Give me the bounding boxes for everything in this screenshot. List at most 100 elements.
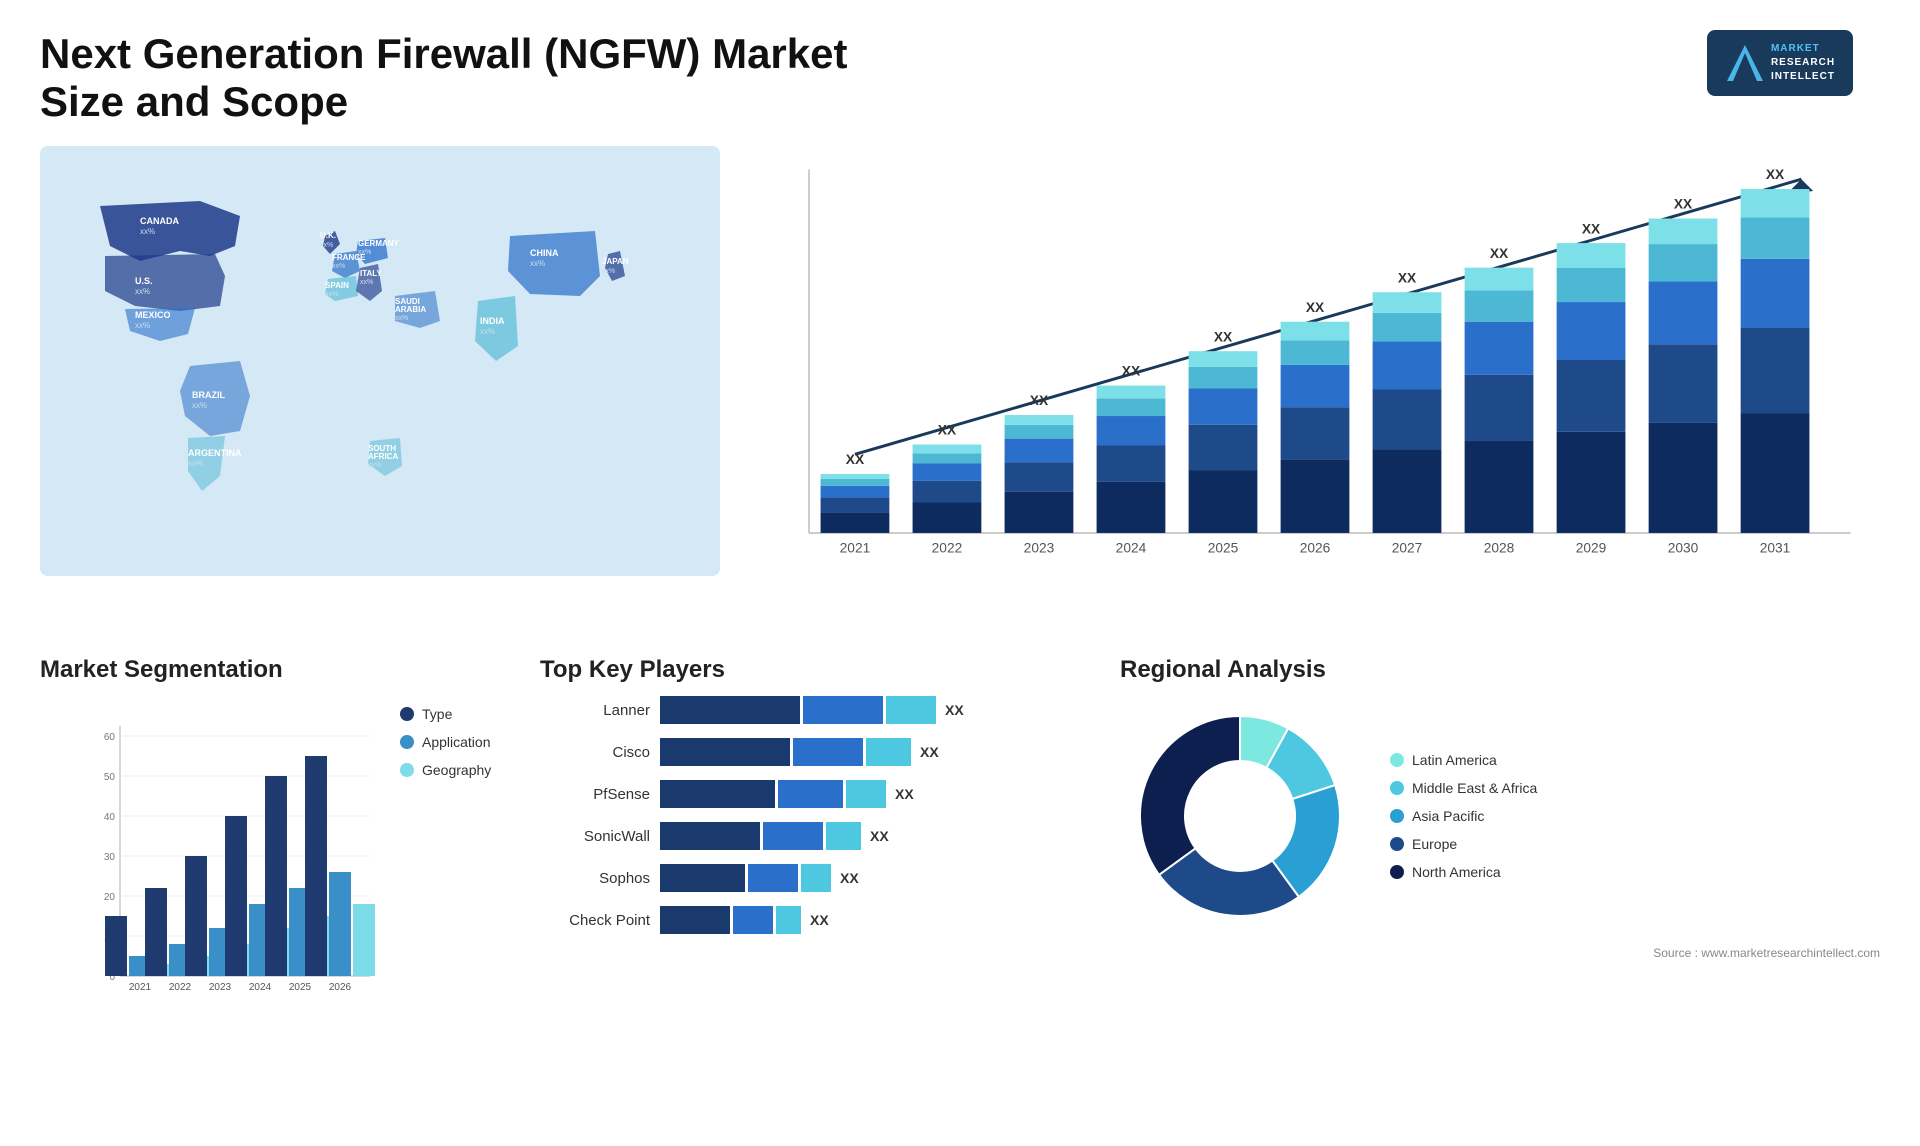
player-bar-segment bbox=[660, 864, 745, 892]
svg-text:20: 20 bbox=[104, 892, 116, 903]
bar-chart-section: XX2021XX2022XX2023XX2024XX2025XX2026XX20… bbox=[750, 146, 1880, 626]
player-bar-segment bbox=[733, 906, 773, 934]
svg-text:2025: 2025 bbox=[1208, 541, 1239, 556]
svg-text:XX: XX bbox=[1490, 246, 1509, 261]
player-bars: XX bbox=[660, 738, 1080, 766]
player-bars: XX bbox=[660, 864, 1080, 892]
donut-svg bbox=[1120, 696, 1360, 936]
svg-text:XX: XX bbox=[1398, 270, 1417, 285]
svg-text:XX: XX bbox=[846, 452, 865, 467]
seg-chart: 0102030405060202120222023202420252026 bbox=[80, 696, 380, 1011]
svg-text:xx%: xx% bbox=[320, 242, 333, 249]
player-bar-segment bbox=[793, 738, 863, 766]
svg-text:2027: 2027 bbox=[1392, 541, 1423, 556]
svg-text:xx%: xx% bbox=[480, 327, 495, 336]
regional-legend-item: North America bbox=[1390, 864, 1537, 880]
player-name: SonicWall bbox=[540, 828, 650, 845]
svg-text:ITALY: ITALY bbox=[360, 269, 382, 278]
svg-text:2023: 2023 bbox=[209, 982, 232, 993]
player-xx-label: XX bbox=[945, 702, 964, 718]
regional-title: Regional Analysis bbox=[1120, 656, 1880, 684]
player-row: Check Point XX bbox=[540, 906, 1080, 934]
svg-text:xx%: xx% bbox=[188, 459, 203, 468]
svg-text:xx%: xx% bbox=[140, 227, 155, 236]
regional-legend-dot bbox=[1390, 809, 1404, 823]
key-players-title: Top Key Players bbox=[540, 656, 1100, 684]
svg-text:JAPAN: JAPAN bbox=[602, 257, 629, 266]
player-bar-segment bbox=[826, 822, 861, 850]
legend-geography-label: Geography bbox=[422, 762, 491, 778]
svg-text:XX: XX bbox=[1122, 364, 1141, 379]
player-xx-label: XX bbox=[840, 870, 859, 886]
svg-text:xx%: xx% bbox=[368, 462, 381, 469]
legend-type: Type bbox=[400, 706, 491, 722]
legend-type-dot bbox=[400, 707, 414, 721]
regional-legend-label: Asia Pacific bbox=[1412, 808, 1484, 824]
player-bars: XX bbox=[660, 822, 1080, 850]
player-name: Check Point bbox=[540, 912, 650, 929]
svg-text:xx%: xx% bbox=[395, 315, 408, 322]
logo-line2: RESEARCH bbox=[1771, 56, 1835, 70]
player-bar-segment bbox=[778, 780, 843, 808]
svg-text:xx%: xx% bbox=[135, 287, 150, 296]
regional-legend-item: Latin America bbox=[1390, 752, 1537, 768]
regional-legend-dot bbox=[1390, 865, 1404, 879]
top-row: CANADA xx% U.S. xx% MEXICO xx% BRAZIL xx… bbox=[40, 146, 1880, 626]
svg-text:XX: XX bbox=[1214, 329, 1233, 344]
regional-legend-label: North America bbox=[1412, 864, 1501, 880]
svg-text:50: 50 bbox=[104, 772, 116, 783]
player-bar-segment bbox=[660, 906, 730, 934]
players-list: LannerXXCiscoXXPfSenseXXSonicWallXXSopho… bbox=[540, 696, 1100, 934]
regional-legend-dot bbox=[1390, 753, 1404, 767]
player-bar-segment bbox=[801, 864, 831, 892]
player-bar-segment bbox=[748, 864, 798, 892]
svg-text:2026: 2026 bbox=[329, 982, 352, 993]
player-bar-segment bbox=[846, 780, 886, 808]
regional-legend-label: Middle East & Africa bbox=[1412, 780, 1537, 796]
bar-chart-svg: XX2021XX2022XX2023XX2024XX2025XX2026XX20… bbox=[750, 146, 1880, 576]
key-players-section: Top Key Players LannerXXCiscoXXPfSenseXX… bbox=[540, 656, 1100, 1011]
donut-wrapper: Latin America Middle East & Africa Asia Pa… bbox=[1120, 696, 1880, 936]
svg-text:30: 30 bbox=[104, 852, 116, 863]
regional-legend-dot bbox=[1390, 781, 1404, 795]
player-name: PfSense bbox=[540, 786, 650, 803]
segmentation-title: Market Segmentation bbox=[40, 656, 520, 684]
player-xx-label: XX bbox=[895, 786, 914, 802]
seg-chart-area: 0102030405060202120222023202420252026 Ty… bbox=[40, 696, 520, 1011]
segmentation-section: Market Segmentation 01020304050602021202… bbox=[40, 656, 520, 1011]
logo-box: MARKET RESEARCH INTELLECT bbox=[1707, 30, 1853, 96]
regional-legend-item: Asia Pacific bbox=[1390, 808, 1537, 824]
player-row: SophosXX bbox=[540, 864, 1080, 892]
svg-text:xx%: xx% bbox=[135, 321, 150, 330]
svg-text:ARGENTINA: ARGENTINA bbox=[188, 448, 242, 458]
svg-text:XX: XX bbox=[938, 423, 957, 438]
legend-application-label: Application bbox=[422, 734, 491, 750]
map-label-canada: CANADA bbox=[140, 216, 179, 226]
legend-geography-dot bbox=[400, 763, 414, 777]
player-bar-segment bbox=[763, 822, 823, 850]
player-bar-segment bbox=[886, 696, 936, 724]
logo-area: MARKET RESEARCH INTELLECT bbox=[1680, 30, 1880, 96]
donut-chart bbox=[1120, 696, 1360, 936]
player-xx-label: XX bbox=[920, 744, 939, 760]
player-row: SonicWall XX bbox=[540, 822, 1080, 850]
svg-text:XX: XX bbox=[1766, 167, 1785, 182]
svg-text:xx%: xx% bbox=[358, 249, 371, 256]
legend-geography: Geography bbox=[400, 762, 491, 778]
svg-text:xx%: xx% bbox=[602, 268, 615, 275]
svg-text:XX: XX bbox=[1306, 300, 1325, 315]
regional-legend-dot bbox=[1390, 837, 1404, 851]
seg-legend: Type Application Geography bbox=[400, 696, 491, 778]
player-bars: XX bbox=[660, 906, 1080, 934]
svg-text:xx%: xx% bbox=[530, 259, 545, 268]
svg-text:BRAZIL: BRAZIL bbox=[192, 390, 225, 400]
svg-text:U.S.: U.S. bbox=[135, 276, 153, 286]
player-xx-label: XX bbox=[870, 828, 889, 844]
player-xx-label: XX bbox=[810, 912, 829, 928]
player-bar-segment bbox=[660, 738, 790, 766]
player-row: Lanner XX bbox=[540, 696, 1080, 724]
player-name: Lanner bbox=[540, 702, 650, 719]
svg-text:2023: 2023 bbox=[1024, 541, 1055, 556]
page-header: Next Generation Firewall (NGFW) Market S… bbox=[40, 30, 1880, 126]
legend-application-dot bbox=[400, 735, 414, 749]
